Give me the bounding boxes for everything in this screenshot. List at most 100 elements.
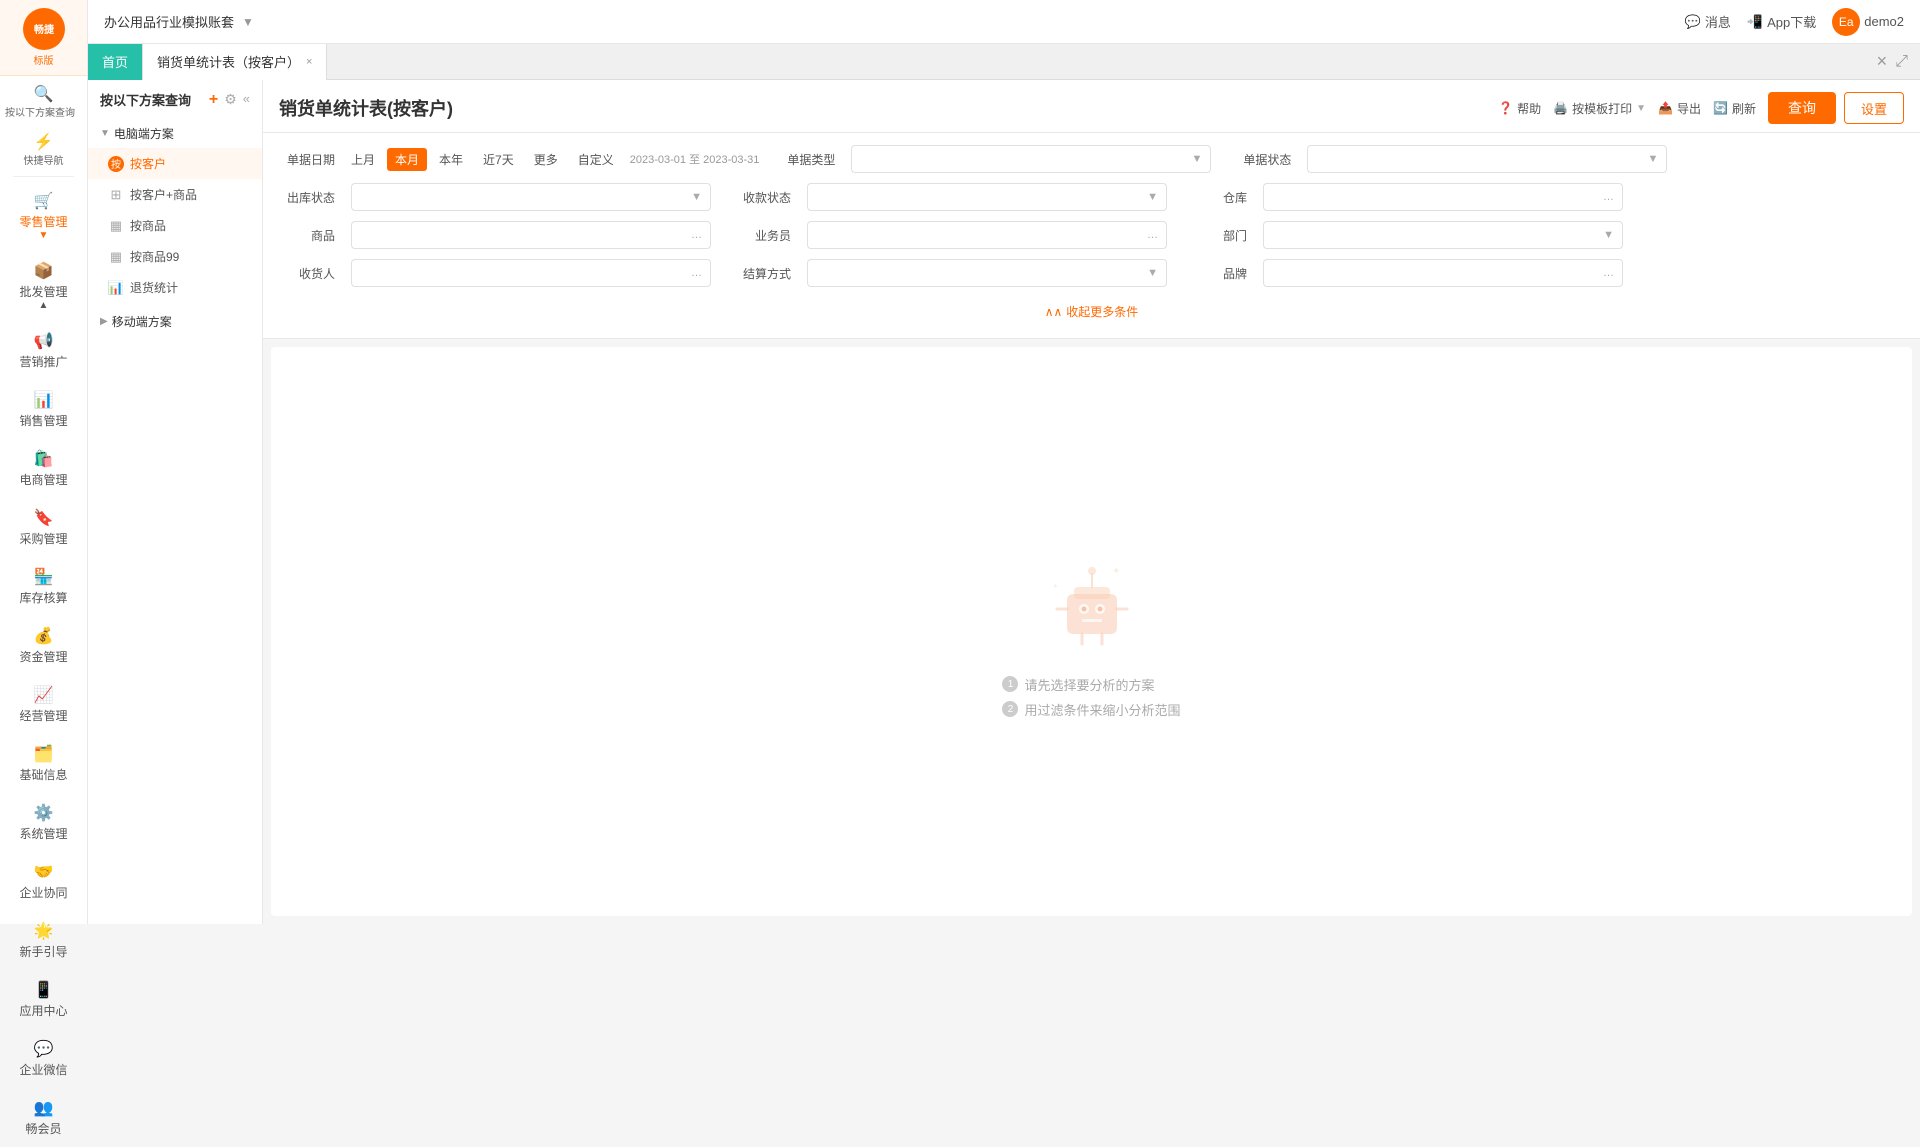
- receipt-status-select[interactable]: ▼: [807, 183, 1167, 211]
- sidebar-item-wechat[interactable]: 💬 企业微信: [0, 1029, 87, 1088]
- collapse-panel-icon[interactable]: «: [243, 91, 250, 109]
- sidebar-item-operations[interactable]: 📈 经营管理: [0, 675, 87, 734]
- settlement-arrow: ▼: [1147, 267, 1158, 279]
- scheme-item-return-stats[interactable]: 📊 退货统计: [88, 272, 262, 303]
- tab-sales-stats-label: 销货单统计表（按客户）: [157, 52, 300, 71]
- salesperson-label: 业务员: [735, 227, 791, 244]
- tip1-text: 请先选择要分析的方案: [1024, 675, 1154, 694]
- collapse-filter-btn[interactable]: ∧∧ 收起更多条件: [279, 297, 1904, 326]
- out-status-select[interactable]: ▼: [351, 183, 711, 211]
- tab-sales-stats[interactable]: 销货单统计表（按客户） ×: [143, 44, 327, 80]
- receiver-select[interactable]: …: [351, 259, 711, 287]
- username-label: demo2: [1864, 14, 1904, 29]
- app-center-icon: 📱: [34, 980, 54, 1000]
- export-btn[interactable]: 📤 导出: [1658, 100, 1701, 117]
- finance-icon: 💰: [34, 626, 54, 646]
- settings-scheme-icon[interactable]: ⚙: [224, 91, 237, 109]
- maximize-window-icon[interactable]: ⤢: [1895, 53, 1908, 71]
- top-header: 办公用品行业模拟账套 ▼ 💬 消息 📲 App下载 Ea demo2: [88, 0, 1920, 44]
- empty-state: ✦ ✦ 1 请先选择要分析的方案 2 用过滤条件来缩小分析范围: [271, 347, 1912, 916]
- header-dropdown-arrow[interactable]: ▼: [242, 15, 254, 29]
- mobile-group-header[interactable]: ▶ 移动端方案: [88, 307, 262, 336]
- scheme-item-goods[interactable]: ▦ 按商品: [88, 210, 262, 241]
- desktop-group-header[interactable]: ▼ 电脑端方案: [88, 119, 262, 148]
- sidebar-item-inventory-label: 库存核算: [19, 589, 67, 606]
- header-right: 💬 消息 📲 App下载 Ea demo2: [1685, 8, 1904, 36]
- sidebar-item-app-center[interactable]: 📱 应用中心: [0, 970, 87, 1029]
- filter-row-3: 商品 … 业务员 … 部门 ▼: [279, 221, 1904, 249]
- scheme-return-label: 退货统计: [130, 279, 178, 296]
- sidebar-item-ecommerce[interactable]: 🛍️ 电商管理: [0, 439, 87, 498]
- salesperson-arrow: …: [1147, 229, 1158, 241]
- warehouse-select[interactable]: …: [1263, 183, 1623, 211]
- left-panel-title: 按以下方案查询: [100, 90, 191, 109]
- department-select[interactable]: ▼: [1263, 221, 1623, 249]
- search-menu-btn[interactable]: 🔍 按以下方案查询: [0, 76, 87, 127]
- sidebar-item-basic-info[interactable]: 🗂️ 基础信息: [0, 734, 87, 793]
- scheme-return-icon: 📊: [108, 280, 124, 296]
- user-profile-btn[interactable]: Ea demo2: [1832, 8, 1904, 36]
- sidebar-item-inventory[interactable]: 🏪 库存核算: [0, 557, 87, 616]
- close-window-icon[interactable]: ×: [1877, 51, 1888, 72]
- page-actions: ❓ 帮助 🖨️ 按模板打印 ▼ 📤 导出 🔄 刷新: [1498, 92, 1904, 124]
- quick-nav-label: 快捷导航: [24, 156, 64, 167]
- logo-icon: 畅捷: [23, 8, 65, 50]
- date-btn-custom[interactable]: 自定义: [570, 148, 622, 171]
- sidebar-item-newbie[interactable]: 🌟 新手引导: [0, 911, 87, 970]
- message-btn[interactable]: 💬 消息: [1685, 12, 1731, 31]
- scheme-customer-goods-label: 按客户+商品: [130, 186, 197, 203]
- brand-label: 品牌: [1191, 265, 1247, 282]
- goods-select[interactable]: …: [351, 221, 711, 249]
- sidebar-item-retail-label: 零售管理: [19, 213, 67, 230]
- sidebar-item-wholesale-label: 批发管理: [19, 283, 67, 300]
- date-btn-this-year[interactable]: 本年: [431, 148, 471, 171]
- quick-nav-btn[interactable]: ⚡ 快捷导航: [0, 127, 87, 172]
- sidebar-item-purchase-label: 采购管理: [19, 530, 67, 547]
- order-status-select[interactable]: ▼: [1307, 145, 1667, 173]
- order-status-arrow: ▼: [1648, 153, 1659, 165]
- export-label: 导出: [1677, 100, 1701, 117]
- sidebar-item-system[interactable]: ⚙️ 系统管理: [0, 793, 87, 852]
- sidebar-item-enterprise[interactable]: 🤝 企业协同: [0, 852, 87, 911]
- add-scheme-icon[interactable]: +: [209, 91, 218, 109]
- scheme-item-customer[interactable]: 按 按客户: [88, 148, 262, 179]
- sidebar-item-sales-label: 销售管理: [19, 412, 67, 429]
- sidebar-item-wholesale[interactable]: 📦 批发管理 ▲: [0, 251, 87, 321]
- query-button[interactable]: 查询: [1768, 92, 1836, 124]
- tip2-num: 2: [1002, 701, 1018, 717]
- empty-text: 1 请先选择要分析的方案 2 用过滤条件来缩小分析范围: [1002, 675, 1180, 725]
- settings-button[interactable]: 设置: [1844, 92, 1904, 124]
- sidebar-item-retail[interactable]: 🛒 零售管理 ▼: [0, 181, 87, 251]
- salesperson-select[interactable]: …: [807, 221, 1167, 249]
- brand-select[interactable]: …: [1263, 259, 1623, 287]
- help-btn[interactable]: ❓ 帮助: [1498, 100, 1541, 117]
- scheme-goods-icon: ▦: [108, 218, 124, 234]
- date-btn-last-month[interactable]: 上月: [343, 148, 383, 171]
- scheme-item-goods99[interactable]: ▦ 按商品99: [88, 241, 262, 272]
- sidebar-item-finance[interactable]: 💰 资金管理: [0, 616, 87, 675]
- mobile-group-arrow: ▶: [100, 316, 108, 327]
- empty-illustration: ✦ ✦: [1032, 539, 1152, 659]
- print-btn[interactable]: 🖨️ 按模板打印 ▼: [1553, 100, 1646, 117]
- date-btn-more[interactable]: 更多: [526, 148, 566, 171]
- date-btn-this-month[interactable]: 本月: [387, 148, 427, 171]
- print-dropdown-arrow[interactable]: ▼: [1636, 103, 1646, 114]
- scheme-item-customer-goods[interactable]: ⊞ 按客户+商品: [88, 179, 262, 210]
- tab-home[interactable]: 首页: [88, 44, 143, 80]
- sidebar-item-marketing[interactable]: 📢 营销推广: [0, 321, 87, 380]
- refresh-btn[interactable]: 🔄 刷新: [1713, 100, 1756, 117]
- scheme-goods99-label: 按商品99: [130, 248, 179, 265]
- sidebar-item-sales[interactable]: 📊 销售管理: [0, 380, 87, 439]
- settlement-select[interactable]: ▼: [807, 259, 1167, 287]
- sidebar-item-purchase[interactable]: 🔖 采购管理: [0, 498, 87, 557]
- order-type-select[interactable]: ▼: [851, 145, 1211, 173]
- app-download-btn[interactable]: 📲 App下载: [1747, 12, 1816, 31]
- date-btn-last7days[interactable]: 近7天: [475, 148, 522, 171]
- warehouse-arrow: …: [1603, 191, 1614, 203]
- logo-text: 标版: [34, 52, 54, 67]
- retail-icon: 🛒: [34, 191, 54, 211]
- message-icon: 💬: [1685, 14, 1701, 30]
- sidebar-item-member[interactable]: 👥 畅会员: [0, 1088, 87, 1147]
- tab-close-icon[interactable]: ×: [306, 56, 312, 68]
- window-controls: × ⤢: [1865, 51, 1920, 72]
